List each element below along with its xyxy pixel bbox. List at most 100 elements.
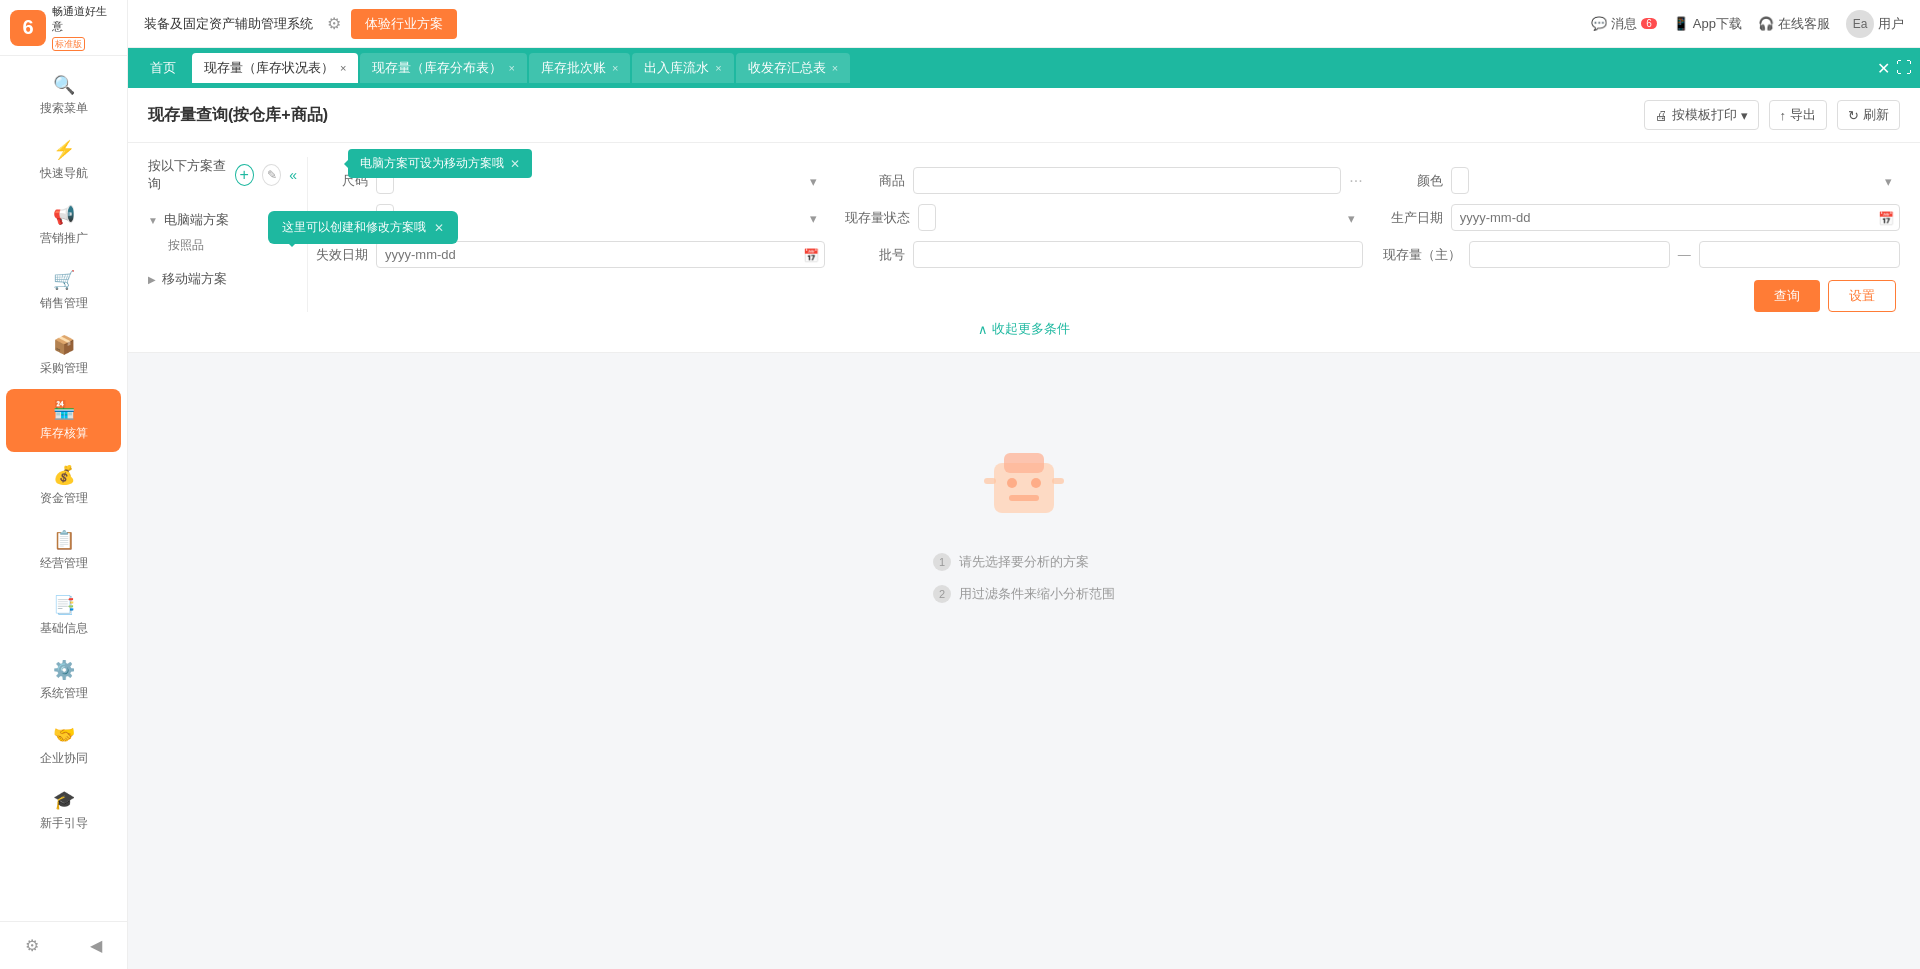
expand-mobile-icon: ▶	[148, 274, 156, 285]
page-actions: 🖨 按模板打印 ▾ ↑ 导出 ↻ 刷新	[1644, 100, 1901, 130]
purchase-icon: 📦	[53, 334, 75, 356]
export-icon: ↑	[1780, 108, 1787, 123]
logo-area: 6 畅通道好生意 标准版	[0, 0, 127, 56]
inventory-icon: 🏪	[53, 399, 75, 421]
empty-state: 1 请先选择要分析的方案 2 用过滤条件来缩小分析范围	[128, 353, 1920, 687]
product-dots[interactable]: ···	[1349, 172, 1362, 190]
tab-close-inventory-batch[interactable]: ×	[612, 62, 618, 74]
sidebar-item-label: 资金管理	[40, 490, 88, 507]
avatar: Ea	[1846, 10, 1874, 38]
operation-icon: 📋	[53, 529, 75, 551]
batch-label: 批号	[845, 246, 905, 264]
headset-icon: 🎧	[1758, 16, 1774, 31]
tab-close-inventory-dist[interactable]: ×	[508, 62, 514, 74]
stock-main-input[interactable]	[1469, 241, 1670, 268]
sidebar-nav: 🔍搜索菜单⚡快速导航📢营销推广🛒销售管理 📦 采购管理 🏪库存核算 💰 资金管理 📋 经营管理…	[0, 56, 127, 921]
filter-row-product: 商品 ···	[845, 167, 1362, 194]
filter-area: 电脑方案可设为移动方案哦 ✕ 这里可以创建和修改方案哦 ✕ 按以下方案查询 + …	[128, 143, 1920, 353]
tooltip-edit-text: 这里可以创建和修改方案哦	[282, 219, 426, 236]
filter-rows: 尺码 商品 ··· 颜色	[308, 167, 1900, 268]
exp-date-start[interactable]	[376, 241, 825, 268]
tab-inventory-batch[interactable]: 库存批次账×	[529, 53, 630, 83]
sidebar-item-purchase[interactable]: 📦 采购管理	[6, 324, 121, 387]
sidebar-item-marketing[interactable]: 📢营销推广	[6, 194, 121, 257]
reset-button[interactable]: 设置	[1828, 280, 1896, 312]
mfg-date-start[interactable]	[1451, 204, 1900, 231]
chevron-down-icon: ▾	[1741, 108, 1748, 123]
sidebar-item-system[interactable]: ⚙️系统管理	[6, 649, 121, 712]
settings-icon[interactable]: ⚙	[21, 932, 43, 959]
user-menu[interactable]: Ea 用户	[1846, 10, 1904, 38]
industry-plan-button[interactable]: 体验行业方案	[351, 9, 457, 39]
sidebar-item-inventory[interactable]: 🏪库存核算	[6, 389, 121, 452]
sidebar-item-basic[interactable]: 📑基础信息	[6, 584, 121, 647]
sidebar-item-quick-nav[interactable]: ⚡快速导航	[6, 129, 121, 192]
product-input[interactable]	[913, 167, 1341, 194]
sidebar-item-finance[interactable]: 💰 资金管理	[6, 454, 121, 517]
sidebar-item-enterprise[interactable]: 🤝企业协同	[6, 714, 121, 777]
range-dash: —	[1678, 247, 1691, 262]
color-select[interactable]	[1451, 167, 1469, 194]
filter-row-stock-status: 现存量状态	[845, 204, 1362, 231]
online-support-button[interactable]: 🎧 在线客服	[1758, 15, 1830, 33]
close-all-tabs-icon[interactable]: ✕	[1877, 59, 1890, 78]
tab-inventory-status[interactable]: 现存量（库存状况表）×	[192, 53, 358, 83]
search-menu-icon: 🔍	[53, 74, 75, 96]
collapse-sidebar-icon[interactable]: ◀	[86, 932, 106, 959]
expand-icon: ▼	[148, 215, 158, 226]
sidebar-item-label: 采购管理	[40, 360, 88, 377]
refresh-button[interactable]: ↻ 刷新	[1837, 100, 1900, 130]
tooltip-pc-close[interactable]: ✕	[510, 157, 520, 171]
print-button[interactable]: 🖨 按模板打印 ▾	[1644, 100, 1759, 130]
tooltip-pc-text: 电脑方案可设为移动方案哦	[360, 155, 504, 172]
fullscreen-icon[interactable]: ⛶	[1896, 59, 1912, 78]
tooltip-pc-scheme: 电脑方案可设为移动方案哦 ✕	[348, 149, 532, 178]
tab-close-receive-summary[interactable]: ×	[832, 62, 838, 74]
tooltip-edit-content: 这里可以创建和修改方案哦 ✕	[268, 211, 458, 244]
logo-icon: 6	[10, 10, 46, 46]
exp-date-label: 失效日期	[308, 246, 368, 264]
add-scheme-button[interactable]: +	[235, 164, 254, 186]
search-button[interactable]: 查询	[1754, 280, 1820, 312]
tooltip-edit-scheme: 这里可以创建和修改方案哦 ✕	[268, 211, 458, 244]
edit-scheme-button[interactable]: ✎	[262, 164, 281, 186]
sidebar-item-label: 基础信息	[40, 620, 88, 637]
svg-point-3	[1031, 478, 1041, 488]
logo-text: 畅通道好生意 标准版	[52, 4, 117, 51]
sidebar-item-label: 营销推广	[40, 230, 88, 247]
sidebar-item-sales[interactable]: 🛒销售管理	[6, 259, 121, 322]
tab-home[interactable]: 首页	[136, 53, 190, 83]
stock-main-input-end[interactable]	[1699, 241, 1900, 268]
tab-close-inventory-status[interactable]: ×	[340, 62, 346, 74]
sidebar-item-operation[interactable]: 📋 经营管理	[6, 519, 121, 582]
app-download-button[interactable]: 📱 App下载	[1673, 15, 1742, 33]
tab-inout-flow[interactable]: 出入库流水 ×	[632, 53, 733, 83]
tab-close-inout-flow[interactable]: ×	[715, 62, 721, 74]
tabbar: 首页现存量（库存状况表）×现存量（库存分布表）×库存批次账×出入库流水×收发存汇…	[128, 48, 1920, 88]
tab-inventory-dist[interactable]: 现存量（库存分布表）×	[360, 53, 526, 83]
export-button[interactable]: ↑ 导出	[1769, 100, 1828, 130]
sidebar-item-guide[interactable]: 🎓新手引导	[6, 779, 121, 842]
batch-input[interactable]	[913, 241, 1362, 268]
notification-button[interactable]: 💬 消息 6	[1591, 15, 1657, 33]
tooltip-edit-close[interactable]: ✕	[434, 221, 444, 235]
sidebar-item-label: 经营管理	[40, 555, 88, 572]
stock-status-select[interactable]	[918, 204, 936, 231]
finance-icon: 💰	[53, 464, 75, 486]
gear-icon[interactable]: ⚙	[327, 14, 341, 33]
exp-date-start-wrap	[376, 241, 825, 268]
hint-num-1: 1	[933, 553, 951, 571]
phone-icon: 📱	[1673, 16, 1689, 31]
filter-main-panel: 尺码 商品 ··· 颜色	[308, 157, 1900, 312]
color-label: 颜色	[1383, 172, 1443, 190]
tab-receive-summary[interactable]: 收发存汇总表 ×	[736, 53, 850, 83]
filter-row-mfg-date: 生产日期	[1383, 204, 1900, 231]
tab-label: 出入库流水	[644, 59, 709, 77]
stock-main-label: 现存量（主）	[1383, 246, 1461, 264]
tab-label: 收发存汇总表	[748, 59, 826, 77]
scheme-group-mobile[interactable]: ▶ 移动端方案	[148, 266, 297, 292]
sidebar-item-search-menu[interactable]: 🔍搜索菜单	[6, 64, 121, 127]
arrow-left-icon[interactable]: «	[289, 167, 297, 183]
sidebar-item-label: 系统管理	[40, 685, 88, 702]
collapse-button[interactable]: ∧ 收起更多条件	[978, 320, 1070, 338]
